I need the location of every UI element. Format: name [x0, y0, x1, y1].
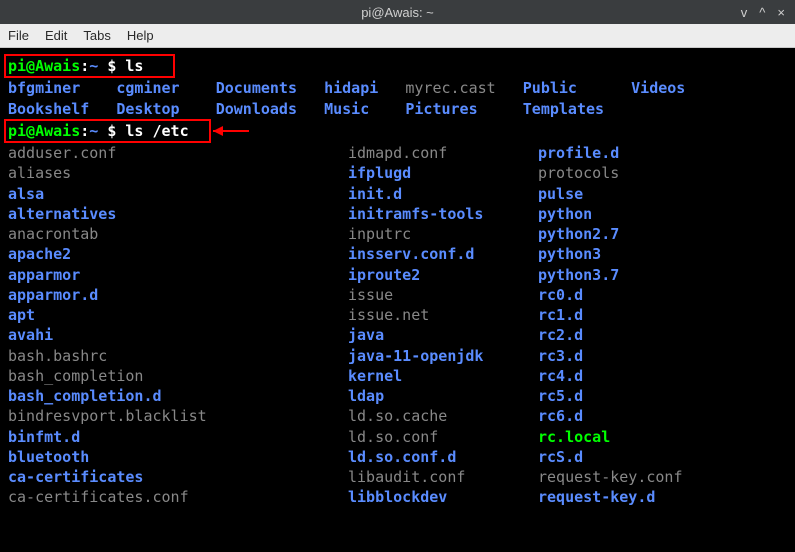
ls-item: java	[348, 325, 538, 345]
maximize-button[interactable]: ^	[759, 5, 765, 20]
ls-item: bfgminer	[8, 79, 116, 97]
prompt-line-1: pi@Awais:~ $ ls	[8, 54, 787, 78]
prompt-user: pi@Awais	[8, 122, 80, 140]
ls-item: rcS.d	[538, 447, 787, 467]
ls-item: binfmt.d	[8, 427, 348, 447]
highlight-box-2: pi@Awais:~ $ ls /etc	[4, 119, 211, 143]
ls-item: rc5.d	[538, 386, 787, 406]
ls-item: ld.so.conf.d	[348, 447, 538, 467]
ls-item: ldap	[348, 386, 538, 406]
ls-item: inputrc	[348, 224, 538, 244]
ls-etc-output: adduser.confaliasesalsaalternativesanacr…	[8, 143, 787, 508]
prompt-user: pi@Awais	[8, 57, 80, 75]
ls-item: rc.local	[538, 427, 787, 447]
ls-item: pulse	[538, 184, 787, 204]
ls-item: ld.so.conf	[348, 427, 538, 447]
ls-item: rc6.d	[538, 406, 787, 426]
ls-etc-col3: profile.dprotocolspulsepythonpython2.7py…	[538, 143, 787, 508]
menubar: File Edit Tabs Help	[0, 24, 795, 48]
ls-item: Documents	[216, 79, 324, 97]
ls-item: apt	[8, 305, 348, 325]
window-title: pi@Awais: ~	[361, 5, 434, 20]
ls-item: anacrontab	[8, 224, 348, 244]
ls-item: apparmor.d	[8, 285, 348, 305]
ls-item: cgminer	[116, 79, 215, 97]
ls-item: rc4.d	[538, 366, 787, 386]
ls-item: myrec.cast	[405, 79, 522, 97]
ls-item: apparmor	[8, 265, 348, 285]
prompt-path: ~	[89, 57, 98, 75]
ls-item: protocols	[538, 163, 787, 183]
ls-item: avahi	[8, 325, 348, 345]
ls-item: hidapi	[324, 79, 405, 97]
ls-item: python	[538, 204, 787, 224]
ls-item: python3	[538, 244, 787, 264]
ls-item: Downloads	[216, 100, 324, 118]
ls-home-output: bfgminer cgminer Documents hidapi myrec.…	[8, 78, 787, 119]
prompt-line-2: pi@Awais:~ $ ls /etc	[8, 119, 787, 143]
ls-item: python3.7	[538, 265, 787, 285]
menu-edit[interactable]: Edit	[45, 28, 67, 43]
ls-item: rc3.d	[538, 346, 787, 366]
ls-item: python2.7	[538, 224, 787, 244]
ls-item: libaudit.conf	[348, 467, 538, 487]
ls-item: bindresvport.blacklist	[8, 406, 348, 426]
ls-item: Videos	[631, 79, 721, 97]
menu-file[interactable]: File	[8, 28, 29, 43]
ls-item: ifplugd	[348, 163, 538, 183]
ls-item: Public	[523, 79, 631, 97]
ls-item: idmapd.conf	[348, 143, 538, 163]
ls-item: rc1.d	[538, 305, 787, 325]
ls-item: Bookshelf	[8, 100, 116, 118]
ls-item: java-11-openjdk	[348, 346, 538, 366]
ls-item: bash_completion	[8, 366, 348, 386]
ls-item: aliases	[8, 163, 348, 183]
ls-item: bash_completion.d	[8, 386, 348, 406]
ls-etc-col1: adduser.confaliasesalsaalternativesanacr…	[8, 143, 348, 508]
ls-item: issue.net	[348, 305, 538, 325]
ls-item: init.d	[348, 184, 538, 204]
ls-item: libblockdev	[348, 487, 538, 507]
ls-item: Templates	[523, 100, 631, 118]
menu-help[interactable]: Help	[127, 28, 154, 43]
ls-item: ca-certificates	[8, 467, 348, 487]
highlight-box-1: pi@Awais:~ $ ls	[4, 54, 175, 78]
ls-item: insserv.conf.d	[348, 244, 538, 264]
ls-item: bluetooth	[8, 447, 348, 467]
terminal[interactable]: pi@Awais:~ $ ls bfgminer cgminer Documen…	[0, 48, 795, 552]
window-controls: v ^ ×	[741, 5, 785, 20]
ls-item: Music	[324, 100, 405, 118]
ls-item: iproute2	[348, 265, 538, 285]
command-1: ls	[125, 57, 143, 75]
menu-tabs[interactable]: Tabs	[83, 28, 110, 43]
titlebar: pi@Awais: ~ v ^ ×	[0, 0, 795, 24]
close-button[interactable]: ×	[777, 5, 785, 20]
ls-item: bash.bashrc	[8, 346, 348, 366]
ls-item: ld.so.cache	[348, 406, 538, 426]
arrow-icon	[213, 124, 253, 138]
ls-item: rc2.d	[538, 325, 787, 345]
ls-item: Pictures	[405, 100, 522, 118]
ls-item: adduser.conf	[8, 143, 348, 163]
ls-item: kernel	[348, 366, 538, 386]
prompt-path: ~	[89, 122, 98, 140]
ls-item: alternatives	[8, 204, 348, 224]
prompt-dollar: $	[107, 57, 116, 75]
ls-item: issue	[348, 285, 538, 305]
ls-item: ca-certificates.conf	[8, 487, 348, 507]
command-2: ls /etc	[125, 122, 188, 140]
minimize-button[interactable]: v	[741, 5, 748, 20]
ls-item: alsa	[8, 184, 348, 204]
ls-item: apache2	[8, 244, 348, 264]
ls-item: request-key.d	[538, 487, 787, 507]
ls-item: Desktop	[116, 100, 215, 118]
ls-item: profile.d	[538, 143, 787, 163]
ls-item: initramfs-tools	[348, 204, 538, 224]
ls-item: rc0.d	[538, 285, 787, 305]
ls-etc-col2: idmapd.confifplugdinit.dinitramfs-toolsi…	[348, 143, 538, 508]
prompt-dollar: $	[107, 122, 116, 140]
ls-item: request-key.conf	[538, 467, 787, 487]
